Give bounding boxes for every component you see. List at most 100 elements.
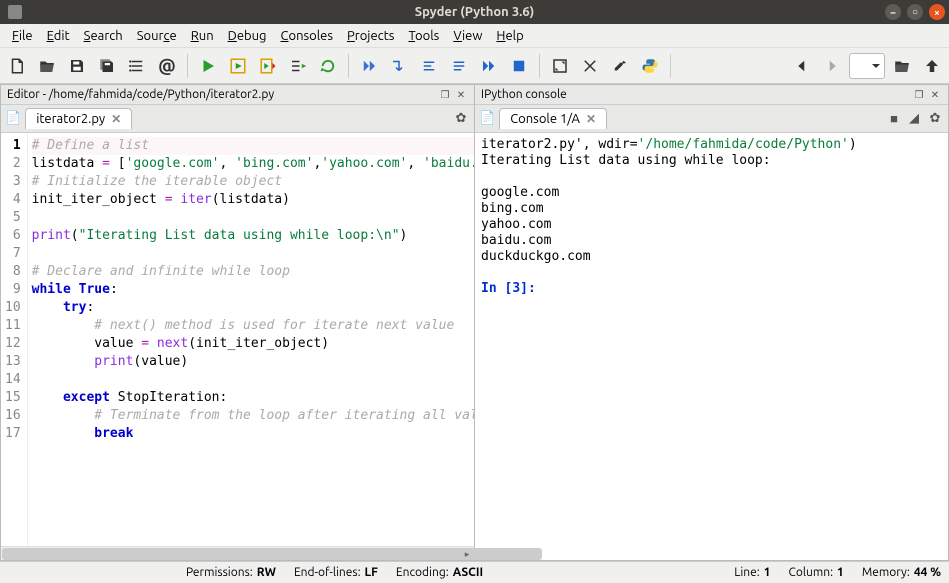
toolbar-separator [187, 54, 188, 78]
outline-icon[interactable] [124, 53, 150, 79]
debug-stop-icon[interactable] [506, 53, 532, 79]
debug-out-icon[interactable] [416, 53, 442, 79]
menu-consoles[interactable]: Consoles [275, 27, 339, 45]
maximize-button[interactable]: ○ [907, 4, 923, 20]
code-line[interactable]: try: [32, 299, 474, 317]
code-line[interactable]: init_iter_object = iter(listdata) [32, 191, 474, 209]
close-tab-icon[interactable]: ✕ [111, 112, 121, 126]
open-file-icon[interactable] [34, 53, 60, 79]
debug-continue-icon[interactable] [476, 53, 502, 79]
save-icon[interactable] [64, 53, 90, 79]
console-line: In [3]: [481, 281, 942, 297]
console-line [481, 169, 942, 185]
code-line[interactable]: listdata = ['google.com', 'bing.com','ya… [32, 155, 474, 173]
line-label: Line: [734, 566, 759, 579]
editor-tab[interactable]: iterator2.py ✕ [25, 108, 132, 129]
pane-close-icon[interactable]: ✕ [928, 88, 942, 102]
debug-into-icon[interactable] [386, 53, 412, 79]
enc-value: ASCII [453, 566, 483, 579]
console-output[interactable]: iterator2.py', wdir='/home/fahmida/code/… [475, 133, 948, 560]
close-button[interactable]: × [929, 4, 945, 20]
editor-pane: Editor - /home/fahmida/code/Python/itera… [0, 84, 474, 561]
col-label: Column: [789, 566, 834, 579]
console-tab-label: Console 1/A [510, 112, 580, 126]
pane-close-icon[interactable]: ✕ [454, 88, 468, 102]
fullscreen-icon[interactable] [577, 53, 603, 79]
perm-value: RW [257, 566, 276, 579]
code-line[interactable] [32, 245, 474, 263]
pane-undock-icon[interactable]: ❐ [912, 88, 926, 102]
code-line[interactable] [32, 209, 474, 227]
code-line[interactable]: print(value) [32, 353, 474, 371]
menu-view[interactable]: View [447, 27, 488, 45]
debug-step-icon[interactable] [356, 53, 382, 79]
maximize-icon[interactable] [547, 53, 573, 79]
browse-tabs-icon[interactable]: 📄 [479, 111, 495, 126]
console-options-icon[interactable]: ✿ [926, 110, 944, 128]
browse-tabs-icon[interactable]: 📄 [5, 111, 21, 126]
line-number: 14 [5, 371, 21, 389]
console-line: google.com [481, 185, 942, 201]
console-tab[interactable]: Console 1/A ✕ [499, 108, 607, 129]
new-file-icon[interactable] [4, 53, 30, 79]
updir-dropdown[interactable] [849, 53, 885, 79]
pane-undock-icon[interactable]: ❐ [438, 88, 452, 102]
close-tab-icon[interactable]: ✕ [586, 112, 596, 126]
menu-debug[interactable]: Debug [222, 27, 273, 45]
line-number: 8 [5, 263, 21, 281]
run-selection-icon[interactable] [285, 53, 311, 79]
run-cell-icon[interactable] [225, 53, 251, 79]
menu-source[interactable]: Source [131, 27, 183, 45]
save-all-icon[interactable] [94, 53, 120, 79]
code-line[interactable]: # Initialize the iterable object [32, 173, 474, 191]
menu-search[interactable]: Search [78, 27, 129, 45]
perm-label: Permissions: [186, 566, 253, 579]
run-icon[interactable] [195, 53, 221, 79]
restart-icon[interactable] [315, 53, 341, 79]
debug-next-icon[interactable] [446, 53, 472, 79]
code-line[interactable]: # next() method is used for iterate next… [32, 317, 474, 335]
console-line: bing.com [481, 201, 942, 217]
code-line[interactable]: # Declare and infinite while loop [32, 263, 474, 281]
minimize-button[interactable]: – [885, 4, 901, 20]
editor-options-icon[interactable]: ✿ [452, 110, 470, 128]
line-number: 5 [5, 209, 21, 227]
horizontal-scrollbar[interactable]: ◂ ▸ [1, 546, 474, 560]
run-cell-advance-icon[interactable] [255, 53, 281, 79]
code-line[interactable]: # Define a list [32, 137, 474, 155]
menu-edit[interactable]: Edit [41, 27, 76, 45]
code-line[interactable]: # Terminate from the loop after iteratin… [32, 407, 474, 425]
forward-icon[interactable] [819, 53, 845, 79]
code-editor[interactable]: 1234567891011121314151617 # Define a lis… [1, 133, 474, 546]
code-line[interactable]: while True: [32, 281, 474, 299]
line-number: 4 [5, 191, 21, 209]
clear-icon[interactable]: ◢ [906, 111, 922, 127]
eol-value: LF [365, 566, 378, 579]
menu-help[interactable]: Help [490, 27, 529, 45]
code-line[interactable] [32, 371, 474, 389]
menu-file[interactable]: File [6, 27, 39, 45]
python-icon[interactable] [637, 53, 663, 79]
parent-dir-icon[interactable] [919, 53, 945, 79]
cell-icon[interactable]: @ [154, 53, 180, 79]
code-line[interactable]: except StopIteration: [32, 389, 474, 407]
code-line[interactable]: break [32, 425, 474, 443]
interrupt-icon[interactable]: ■ [886, 111, 902, 127]
line-number: 16 [5, 407, 21, 425]
open-folder-icon[interactable] [889, 53, 915, 79]
code-line[interactable]: print("Iterating List data using while l… [32, 227, 474, 245]
back-icon[interactable] [789, 53, 815, 79]
enc-label: Encoding: [396, 566, 449, 579]
line-number: 6 [5, 227, 21, 245]
menu-tools[interactable]: Tools [402, 27, 445, 45]
toolbar-separator [670, 54, 671, 78]
menu-projects[interactable]: Projects [341, 27, 400, 45]
preferences-icon[interactable] [607, 53, 633, 79]
menu-run[interactable]: Run [185, 27, 220, 45]
line-number: 9 [5, 281, 21, 299]
editor-tab-label: iterator2.py [36, 112, 105, 126]
scroll-right-icon[interactable]: ▸ [460, 547, 474, 561]
code-line[interactable]: value = next(init_iter_object) [32, 335, 474, 353]
line-number: 1 [5, 137, 21, 155]
console-line: yahoo.com [481, 217, 942, 233]
